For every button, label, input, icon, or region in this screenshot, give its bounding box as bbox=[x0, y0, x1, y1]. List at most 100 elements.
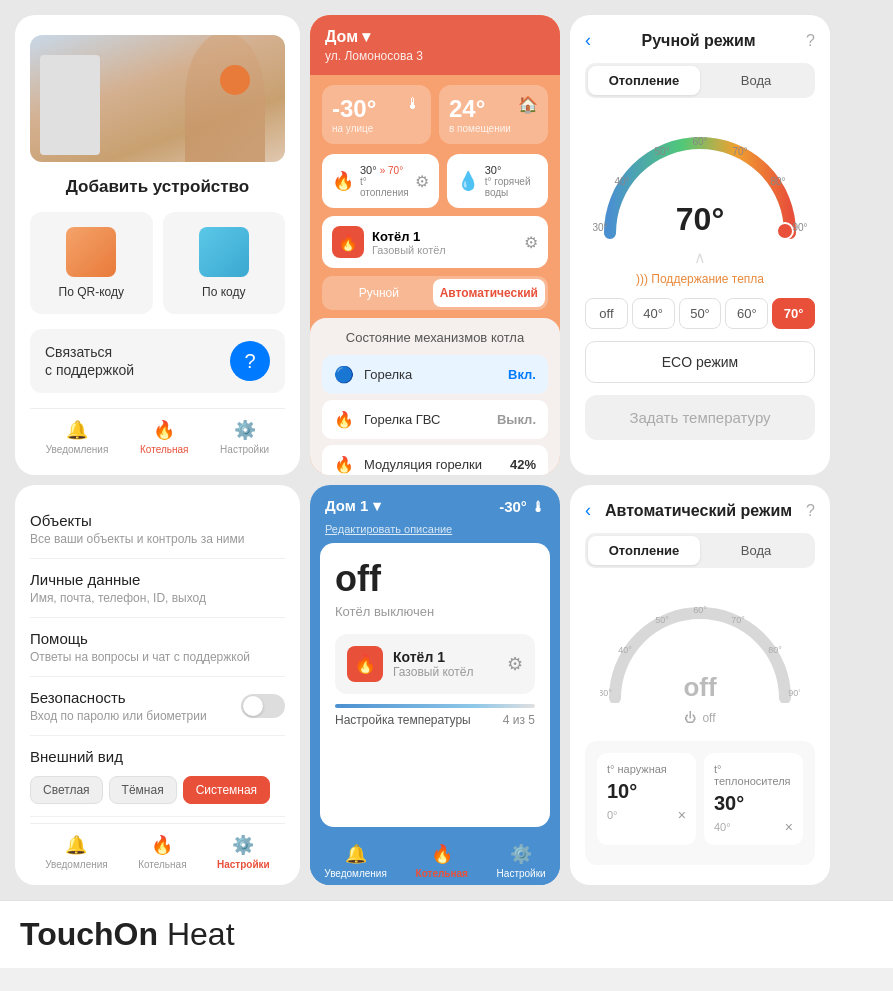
boiler-device-card: 🔥 Котёл 1 Газовый котёл ⚙ bbox=[322, 216, 548, 268]
preset-70[interactable]: 70° bbox=[772, 298, 815, 329]
mode-manual-tab[interactable]: Ручной bbox=[325, 279, 433, 307]
code-option[interactable]: По коду bbox=[163, 212, 286, 314]
boiler-off-temp: -30° 🌡 bbox=[499, 498, 545, 515]
settings-objects[interactable]: Объекты Все ваши объекты и контроль за н… bbox=[30, 500, 285, 559]
support-row[interactable]: Связаться с поддержкой ? bbox=[30, 329, 285, 393]
objects-title: Объекты bbox=[30, 512, 285, 529]
mode-tabs: Ручной Автоматический bbox=[322, 276, 548, 310]
appearance-title: Внешний вид bbox=[30, 748, 285, 765]
svg-text:30°: 30° bbox=[600, 688, 612, 698]
boiler-device-icon-2: 🔥 bbox=[347, 646, 383, 682]
gear-icon-3: ⚙️ bbox=[232, 834, 254, 856]
nav-settings-off[interactable]: ⚙️ Настройки bbox=[497, 843, 546, 879]
coolant-clear[interactable]: × bbox=[785, 819, 793, 835]
mechanism-section: Состояние механизмов котла 🔵 Горелка Вкл… bbox=[310, 318, 560, 475]
auto-header: ‹ Автоматический режим ? bbox=[585, 500, 815, 521]
auto-help-button[interactable]: ? bbox=[806, 502, 815, 520]
heat-temp-val: 30° » 70° bbox=[360, 164, 409, 176]
inside-temp-card: 🏠 24° в помещении bbox=[439, 85, 548, 144]
outdoor-clear[interactable]: × bbox=[678, 807, 686, 823]
nav-boiler-settings[interactable]: 🔥 Котельная bbox=[138, 834, 186, 870]
coolant-sub: 40° × bbox=[714, 819, 793, 835]
nav-settings[interactable]: ⚙️ Настройки bbox=[220, 419, 269, 455]
nav-notifications-off[interactable]: 🔔 Уведомления bbox=[324, 843, 387, 879]
settings-icon[interactable]: ⚙ bbox=[415, 172, 429, 191]
burner-hwc-value: Выкл. bbox=[497, 412, 536, 427]
manual-water-tab[interactable]: Вода bbox=[700, 66, 812, 95]
settings-personal[interactable]: Личные данные Имя, почта, телефон, ID, в… bbox=[30, 559, 285, 618]
gauge-chevrons: ∧ bbox=[585, 248, 815, 267]
power-icon: ⏻ bbox=[684, 711, 696, 725]
outdoor-value: 10° bbox=[607, 780, 686, 803]
boiler-address: ул. Ломоносова 3 bbox=[325, 49, 545, 63]
svg-text:70°: 70° bbox=[731, 615, 745, 625]
auto-gauge-value: off bbox=[683, 672, 716, 703]
app-light-btn[interactable]: Светлая bbox=[30, 776, 103, 804]
preset-40[interactable]: 40° bbox=[632, 298, 675, 329]
nav-notifications[interactable]: 🔔 Уведомления bbox=[46, 419, 109, 455]
settings-security: Безопасность Вход по паролю или биометри… bbox=[30, 677, 285, 736]
panel-boiler-main: Дом ▾ ул. Ломоносова 3 🌡 -30° на улице 🏠… bbox=[310, 15, 560, 475]
modulation-name: Модуляция горелки bbox=[364, 457, 510, 472]
auto-heat-tab[interactable]: Отопление bbox=[588, 536, 700, 565]
app-system-btn[interactable]: Системная bbox=[183, 776, 270, 804]
boiler-settings-icon[interactable]: ⚙ bbox=[524, 233, 538, 252]
settings-help[interactable]: Помощь Ответы на вопросы и чат с поддерж… bbox=[30, 618, 285, 677]
outside-temp-card: 🌡 -30° на улице bbox=[322, 85, 431, 144]
manual-heat-tab[interactable]: Отопление bbox=[588, 66, 700, 95]
personal-sub: Имя, почта, телефон, ID, выход bbox=[30, 591, 285, 605]
heat-icon: 🔥 bbox=[332, 170, 354, 192]
svg-point-0 bbox=[777, 223, 793, 239]
nav-settings-active[interactable]: ⚙️ Настройки bbox=[217, 834, 270, 870]
panel-settings: Объекты Все ваши объекты и контроль за н… bbox=[15, 485, 300, 885]
nav-boiler-off-active[interactable]: 🔥 Котельная bbox=[416, 843, 468, 879]
security-toggle[interactable] bbox=[241, 694, 285, 718]
settings-appearance: Внешний вид Светлая Тёмная Системная bbox=[30, 736, 285, 817]
app-logo: TouchOn Heat bbox=[20, 916, 873, 953]
auto-power-row: ⏻ off bbox=[585, 711, 815, 725]
eco-button[interactable]: ECO режим bbox=[585, 341, 815, 383]
help-button[interactable]: ? bbox=[806, 32, 815, 50]
qr-code-option[interactable]: По QR-коду bbox=[30, 212, 153, 314]
boiler-icon-3: 🔥 bbox=[151, 834, 173, 856]
boiler-gear-icon[interactable]: ⚙ bbox=[507, 653, 523, 675]
boiler-device-info: Котёл 1 Газовый котёл bbox=[372, 229, 516, 256]
nav-notifications-settings[interactable]: 🔔 Уведомления bbox=[45, 834, 108, 870]
temp-setup-label: Настройка температуры bbox=[335, 713, 471, 727]
app-dark-btn[interactable]: Тёмная bbox=[109, 776, 177, 804]
water-temp-label: t° горячей воды bbox=[485, 176, 538, 198]
nav-boiler-active[interactable]: 🔥 Котельная bbox=[140, 419, 188, 455]
house-label: Дом ▾ bbox=[325, 27, 370, 46]
water-temp-card: 💧 30° t° горячей воды bbox=[447, 154, 548, 208]
boiler-off-main: off Котёл выключен 🔥 Котёл 1 Газовый кот… bbox=[320, 543, 550, 827]
boiler-off-edit[interactable]: Редактировать описание bbox=[310, 523, 560, 543]
heat-temp-info: 30° » 70° t° отопления bbox=[360, 164, 409, 198]
preset-off[interactable]: off bbox=[585, 298, 628, 329]
mode-auto-tab[interactable]: Автоматический bbox=[433, 279, 545, 307]
svg-text:50°: 50° bbox=[654, 146, 669, 157]
boiler-off-house: Дом 1 ▾ bbox=[325, 497, 381, 515]
header-image bbox=[30, 35, 285, 162]
outdoor-label: t° наружная bbox=[607, 763, 686, 775]
auto-param-coolant: t° теплоносителя 30° 40° × bbox=[704, 753, 803, 845]
boiler-icon: 🔥 bbox=[153, 419, 175, 441]
outside-label: на улице bbox=[332, 123, 421, 134]
svg-text:30°: 30° bbox=[592, 222, 607, 233]
auto-water-tab[interactable]: Вода bbox=[700, 536, 812, 565]
bell-icon-4: 🔔 bbox=[345, 843, 367, 865]
burner-icon: 🔵 bbox=[334, 365, 354, 384]
preset-60[interactable]: 60° bbox=[725, 298, 768, 329]
auto-title: Автоматический режим bbox=[591, 502, 806, 520]
preset-50[interactable]: 50° bbox=[679, 298, 722, 329]
boiler-temp-row: 🌡 -30° на улице 🏠 24° в помещении bbox=[310, 75, 560, 154]
gear-icon-4: ⚙️ bbox=[510, 843, 532, 865]
set-temp-button[interactable]: Задать температуру bbox=[585, 395, 815, 440]
boiler-device-name: Котёл 1 bbox=[393, 649, 497, 665]
boiler-device-info-2: Котёл 1 Газовый котёл bbox=[393, 649, 497, 679]
power-label: off bbox=[702, 711, 715, 725]
heat-support-label: ))) Поддержание тепла bbox=[585, 272, 815, 286]
objects-sub: Все ваши объекты и контроль за ними bbox=[30, 532, 285, 546]
auto-seg-tabs: Отопление Вода bbox=[585, 533, 815, 568]
main-container: Добавить устройство По QR-коду По коду С… bbox=[0, 0, 893, 900]
svg-text:40°: 40° bbox=[614, 176, 629, 187]
